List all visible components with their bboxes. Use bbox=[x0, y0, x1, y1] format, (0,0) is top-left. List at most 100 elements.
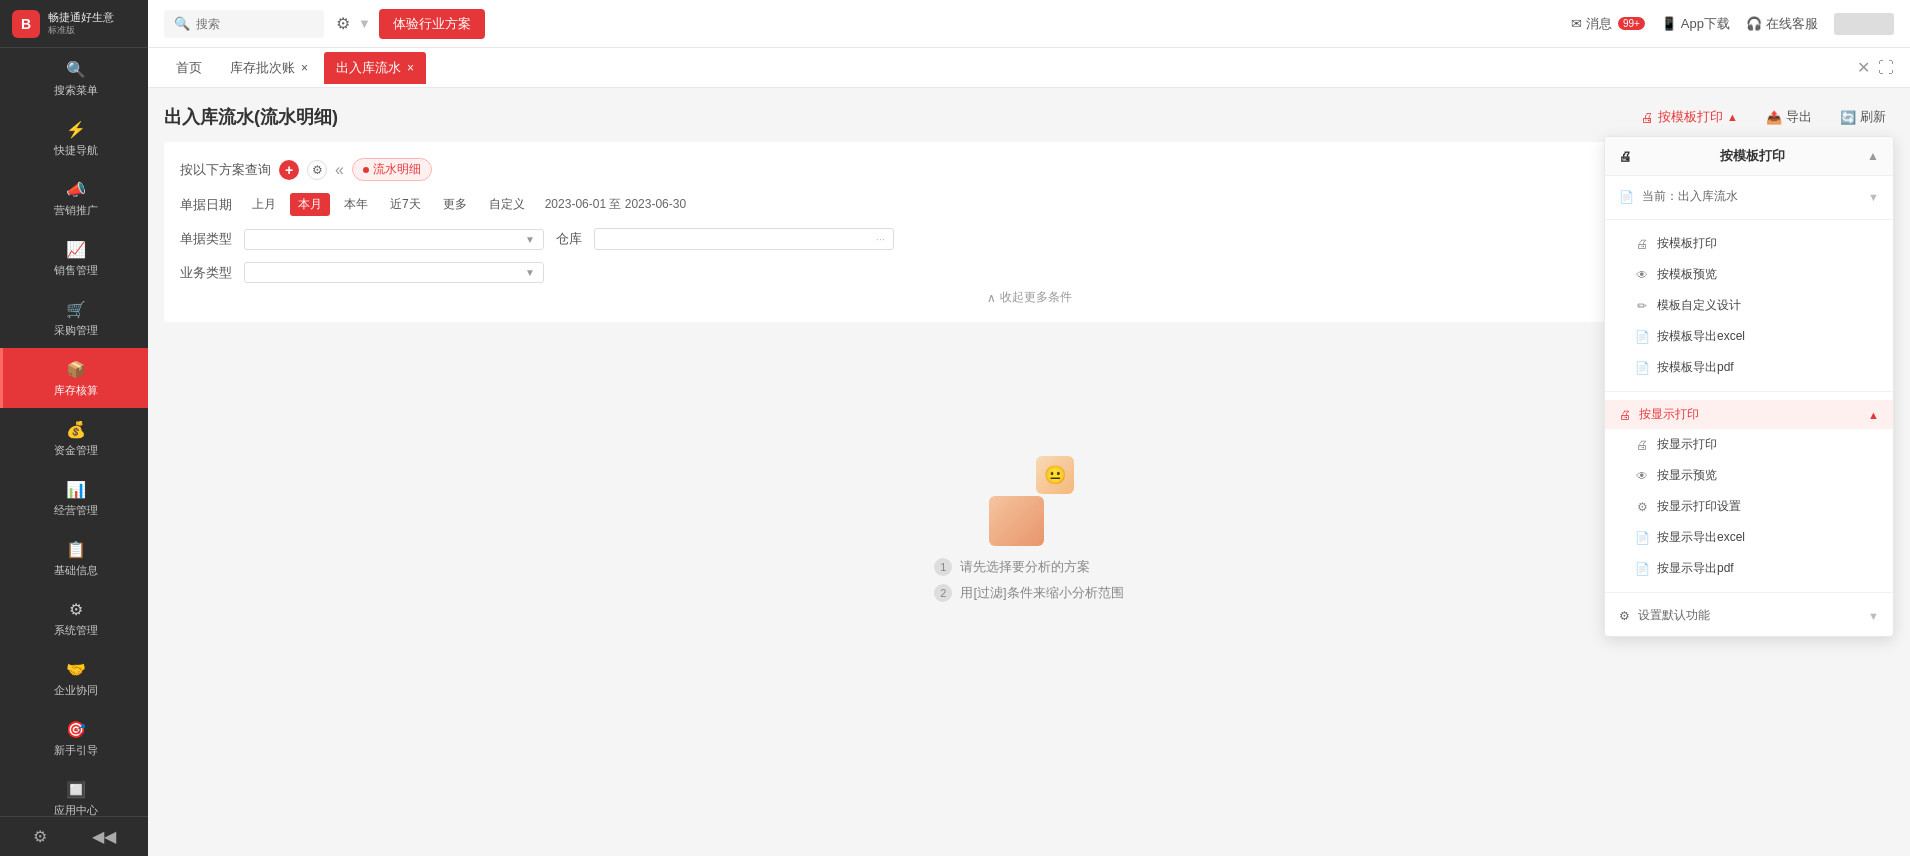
dropdown-display-section-header[interactable]: 🖨 按显示打印 ▲ bbox=[1605, 400, 1893, 429]
dropdown-default-func[interactable]: ⚙ 设置默认功能 ▼ bbox=[1605, 601, 1893, 630]
default-func-icon: ⚙ bbox=[1619, 609, 1630, 623]
sidebar: B 畅捷通好生意 标准版 🔍 搜索菜单 ⚡ 快捷导航 📣 营销推广 📈 销售管理… bbox=[0, 0, 148, 856]
user-avatar[interactable] bbox=[1834, 13, 1894, 35]
export-icon: 📤 bbox=[1766, 110, 1782, 125]
topbar-left: 🔍 ⚙ ▼ 体验行业方案 bbox=[164, 9, 485, 39]
template-preview-icon: 👁 bbox=[1635, 268, 1649, 282]
app-download-button[interactable]: 📱 App下载 bbox=[1661, 15, 1730, 33]
close-tab-icon[interactable]: ✕ bbox=[1857, 58, 1870, 77]
app-download-icon: 📱 bbox=[1661, 16, 1677, 31]
dropdown-display-print[interactable]: 🖨 按显示打印 bbox=[1605, 429, 1893, 460]
sidebar-item-label: 快捷导航 bbox=[54, 143, 98, 158]
messages-button[interactable]: ✉ 消息 99+ bbox=[1571, 15, 1645, 33]
business-type-select[interactable]: ▼ bbox=[244, 262, 544, 283]
bill-type-select[interactable]: ▼ bbox=[244, 229, 544, 250]
sidebar-item-inventory[interactable]: 📦 库存核算 bbox=[0, 348, 148, 408]
dropdown-template-custom[interactable]: ✏ 模板自定义设计 bbox=[1605, 290, 1893, 321]
sidebar-item-operations[interactable]: 📊 经营管理 bbox=[0, 468, 148, 528]
filter-collapse-button[interactable]: « bbox=[335, 161, 344, 179]
refresh-button[interactable]: 🔄 刷新 bbox=[1832, 104, 1894, 130]
dropdown-display-preview[interactable]: 👁 按显示预览 bbox=[1605, 460, 1893, 491]
sidebar-item-marketing[interactable]: 📣 营销推广 bbox=[0, 168, 148, 228]
sidebar-bottom: ⚙ ◀◀ bbox=[0, 816, 148, 856]
date-custom[interactable]: 自定义 bbox=[481, 193, 533, 216]
purchase-icon: 🛒 bbox=[65, 298, 87, 320]
sidebar-logo: B 畅捷通好生意 标准版 bbox=[0, 0, 148, 48]
dropdown-display-section: 🖨 按显示打印 ▲ 🖨 按显示打印 👁 按显示预览 bbox=[1605, 394, 1893, 590]
headset-icon: 🎧 bbox=[1746, 16, 1762, 31]
dropdown-collapse-arrow[interactable]: ▲ bbox=[1867, 149, 1879, 163]
date-current-year[interactable]: 本年 bbox=[336, 193, 376, 216]
enterprise-icon: 🤝 bbox=[65, 658, 87, 680]
sidebar-item-app-center[interactable]: 🔲 应用中心 bbox=[0, 768, 148, 816]
display-preview-icon: 👁 bbox=[1635, 469, 1649, 483]
page-content: 出入库流水(流水明细) 🖨 按模板打印 ▲ 📤 导出 🔄 刷新 bbox=[148, 88, 1910, 856]
current-section-arrow: ▼ bbox=[1868, 191, 1879, 203]
sidebar-item-basic-info[interactable]: 📋 基础信息 bbox=[0, 528, 148, 588]
dropdown-display-export-excel[interactable]: 📄 按显示导出excel bbox=[1605, 522, 1893, 553]
sidebar-item-label: 企业协同 bbox=[54, 683, 98, 698]
sidebar-item-enterprise[interactable]: 🤝 企业协同 bbox=[0, 648, 148, 708]
warehouse-label: 仓库 bbox=[556, 230, 582, 248]
filter-add-button[interactable]: + bbox=[279, 160, 299, 180]
customer-service-button[interactable]: 🎧 在线客服 bbox=[1746, 15, 1818, 33]
display-pdf-icon: 📄 bbox=[1635, 562, 1649, 576]
tab-batch-account[interactable]: 库存批次账 × bbox=[218, 52, 320, 84]
date-more[interactable]: 更多 bbox=[435, 193, 475, 216]
warehouse-select[interactable]: ··· bbox=[594, 228, 894, 250]
dropdown-display-export-pdf[interactable]: 📄 按显示导出pdf bbox=[1605, 553, 1893, 584]
trial-industry-button[interactable]: 体验行业方案 bbox=[379, 9, 485, 39]
export-button[interactable]: 📤 导出 bbox=[1758, 104, 1820, 130]
sidebar-item-purchase[interactable]: 🛒 采购管理 bbox=[0, 288, 148, 348]
page-header: 出入库流水(流水明细) 🖨 按模板打印 ▲ 📤 导出 🔄 刷新 bbox=[164, 104, 1894, 130]
template-print-icon: 🖨 bbox=[1635, 237, 1649, 251]
topbar-dropdown-arrow[interactable]: ▼ bbox=[358, 16, 371, 31]
sidebar-item-search-menu[interactable]: 🔍 搜索菜单 bbox=[0, 48, 148, 108]
sidebar-item-guide[interactable]: 🎯 新手引导 bbox=[0, 708, 148, 768]
sidebar-item-label: 经营管理 bbox=[54, 503, 98, 518]
tab-inventory-flow[interactable]: 出入库流水 × bbox=[324, 52, 426, 84]
sidebar-item-quick-nav[interactable]: ⚡ 快捷导航 bbox=[0, 108, 148, 168]
sidebar-item-finance[interactable]: 💰 资金管理 bbox=[0, 408, 148, 468]
settings-bottom-icon[interactable]: ⚙ bbox=[33, 827, 47, 846]
print-template-button[interactable]: 🖨 按模板打印 ▲ bbox=[1633, 104, 1746, 130]
empty-face-shape: 😐 bbox=[1036, 456, 1074, 494]
dropdown-template-print[interactable]: 🖨 按模板打印 bbox=[1605, 228, 1893, 259]
dropdown-template-section: 🖨 按模板打印 👁 按模板预览 ✏ 模板自定义设计 📄 bbox=[1605, 222, 1893, 389]
dropdown-template-export-pdf[interactable]: 📄 按模板导出pdf bbox=[1605, 352, 1893, 383]
dropdown-display-print-settings[interactable]: ⚙ 按显示打印设置 bbox=[1605, 491, 1893, 522]
dropdown-template-preview[interactable]: 👁 按模板预览 bbox=[1605, 259, 1893, 290]
tab-batch-account-close[interactable]: × bbox=[301, 61, 308, 75]
maximize-tab-icon[interactable]: ⛶ bbox=[1878, 59, 1894, 77]
business-type-arrow: ▼ bbox=[525, 267, 535, 278]
date-prev-month[interactable]: 上月 bbox=[244, 193, 284, 216]
sidebar-item-label: 营销推广 bbox=[54, 203, 98, 218]
sidebar-item-label: 采购管理 bbox=[54, 323, 98, 338]
step-2-number: 2 bbox=[934, 584, 952, 602]
empty-illustration: 😐 bbox=[984, 456, 1074, 546]
topbar-settings-icon[interactable]: ⚙ bbox=[336, 14, 350, 33]
print-dropdown-arrow: ▲ bbox=[1727, 111, 1738, 123]
step-1-number: 1 bbox=[934, 558, 952, 576]
filter-tag[interactable]: 流水明细 bbox=[352, 158, 432, 181]
topbar-search-box[interactable]: 🔍 bbox=[164, 10, 324, 38]
step-2-text: 用[过滤]条件来缩小分析范围 bbox=[960, 584, 1123, 602]
filter-settings-button[interactable]: ⚙ bbox=[307, 160, 327, 180]
sidebar-item-system[interactable]: ⚙ 系统管理 bbox=[0, 588, 148, 648]
current-doc-icon: 📄 bbox=[1619, 190, 1634, 204]
sidebar-item-label: 销售管理 bbox=[54, 263, 98, 278]
message-icon: ✉ bbox=[1571, 16, 1582, 31]
sidebar-item-sales[interactable]: 📈 销售管理 bbox=[0, 228, 148, 288]
dropdown-template-export-excel[interactable]: 📄 按模板导出excel bbox=[1605, 321, 1893, 352]
chevron-up-icon: ∧ bbox=[987, 291, 996, 305]
collapse-sidebar-icon[interactable]: ◀◀ bbox=[92, 827, 116, 846]
guide-icon: 🎯 bbox=[65, 718, 87, 740]
search-input[interactable] bbox=[196, 17, 314, 31]
date-current-month[interactable]: 本月 bbox=[290, 193, 330, 216]
tab-home[interactable]: 首页 bbox=[164, 52, 214, 84]
date-range-display: 2023-06-01 至 2023-06-30 bbox=[545, 196, 686, 213]
dropdown-current-item[interactable]: 📄 当前：出入库流水 ▼ bbox=[1605, 182, 1893, 211]
print-icon: 🖨 bbox=[1641, 110, 1654, 125]
tab-inventory-flow-close[interactable]: × bbox=[407, 61, 414, 75]
date-last-7-days[interactable]: 近7天 bbox=[382, 193, 429, 216]
